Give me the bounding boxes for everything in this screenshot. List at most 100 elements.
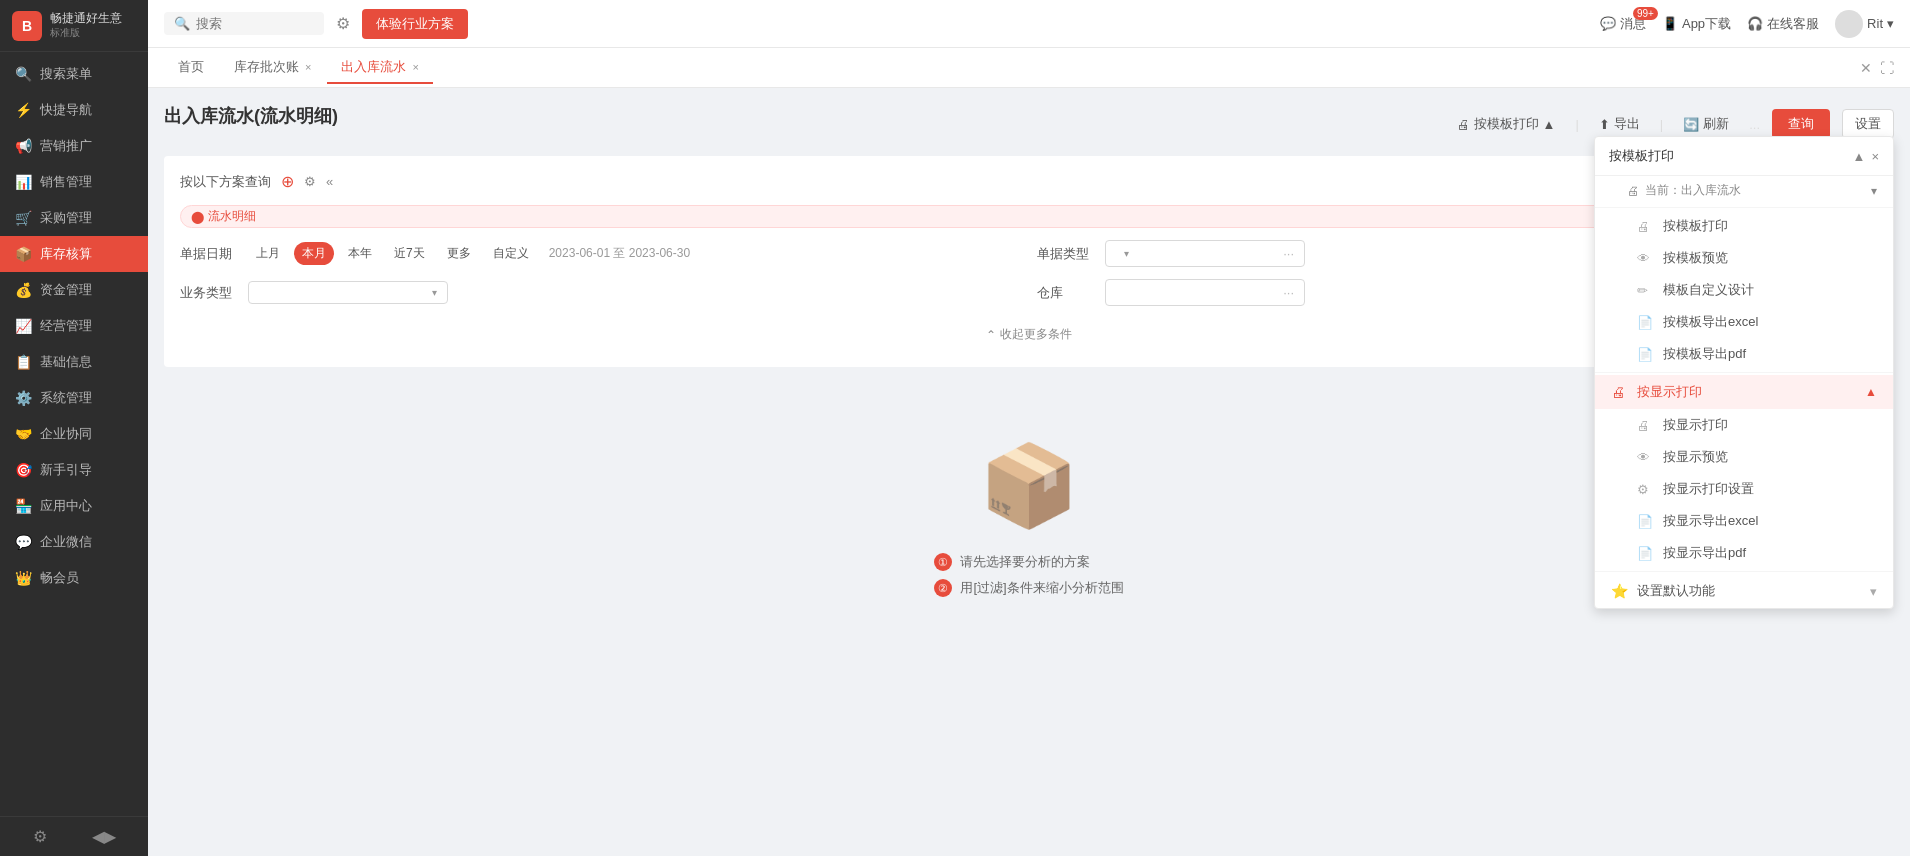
wechat-icon: 💬: [14, 534, 32, 550]
sidebar-item-operations[interactable]: 📈经营管理: [0, 308, 148, 344]
tab-batch-account[interactable]: 库存批次账 ×: [220, 52, 325, 84]
sidebar-item-quick-nav[interactable]: ⚡快捷导航: [0, 92, 148, 128]
dropdown-template-print[interactable]: 🖨 按模板打印: [1595, 210, 1893, 242]
page-top-actions: 🖨 按模板打印 ▲ | ⬆ 导出 | 🔄 刷新 ... 查询 设置: [1449, 109, 1895, 139]
tab-flow-detail-close[interactable]: ×: [412, 61, 418, 73]
filter-add-btn[interactable]: ⊕: [281, 172, 294, 191]
template-preview-icon: 👁: [1637, 251, 1653, 266]
dropdown-display-print[interactable]: 🖨 按显示打印: [1595, 409, 1893, 441]
print-icon: 🖨: [1457, 117, 1470, 132]
warehouse-select[interactable]: ···: [1105, 279, 1305, 306]
message-badge: 99+: [1633, 7, 1658, 20]
cooperation-icon: 🤝: [14, 426, 32, 442]
header-search-box[interactable]: 🔍: [164, 12, 324, 35]
display-excel-label: 按显示导出excel: [1663, 512, 1758, 530]
flow-tag-icon: ⬤: [191, 210, 204, 224]
date-opt-this-month[interactable]: 本月: [294, 242, 334, 265]
set-default-icon: ⭐: [1611, 583, 1627, 599]
sidebar-item-sales[interactable]: 📊销售管理: [0, 164, 148, 200]
date-opt-last-month[interactable]: 上月: [248, 242, 288, 265]
divider-top: [1595, 207, 1893, 208]
dropdown-template-preview[interactable]: 👁 按模板预览: [1595, 242, 1893, 274]
sidebar-collapse-btn[interactable]: ◀▶: [92, 827, 116, 846]
query-btn[interactable]: 查询: [1772, 109, 1830, 139]
empty-step-2: ② 用[过滤]条件来缩小分析范围: [934, 579, 1123, 597]
type-select-more[interactable]: ···: [1283, 246, 1294, 261]
online-service-btn[interactable]: 🎧 在线客服: [1747, 15, 1819, 33]
user-menu[interactable]: Rit ▾: [1835, 10, 1894, 38]
dropdown-set-default[interactable]: ⭐ 设置默认功能 ▾: [1595, 574, 1893, 608]
date-opt-this-year[interactable]: 本年: [340, 242, 380, 265]
header-settings-icon[interactable]: ⚙: [336, 14, 350, 33]
empty-hint-2: 用[过滤]条件来缩小分析范围: [960, 579, 1123, 597]
user-chevron-icon: ▾: [1887, 16, 1894, 31]
type-select[interactable]: ▾ ···: [1105, 240, 1305, 267]
dropdown-display-print-settings[interactable]: ⚙ 按显示打印设置: [1595, 473, 1893, 505]
sidebar-item-wechat[interactable]: 💬企业微信: [0, 524, 148, 560]
tab-flow-detail[interactable]: 出入库流水 ×: [327, 52, 432, 84]
display-pdf-label: 按显示导出pdf: [1663, 544, 1746, 562]
header-actions: 💬 消息 99+ 📱 App下载 🎧 在线客服 Rit ▾: [1600, 10, 1894, 38]
sidebar-nav: 🔍搜索菜单⚡快捷导航📢营销推广📊销售管理🛒采购管理📦库存核算💰资金管理📈经营管理…: [0, 52, 148, 816]
date-opt-more[interactable]: 更多: [439, 242, 479, 265]
tab-close-all-icon[interactable]: ✕: [1860, 60, 1872, 76]
sidebar-settings-btn[interactable]: ⚙: [33, 827, 47, 846]
export-btn[interactable]: ⬆ 导出: [1591, 111, 1648, 137]
trial-btn[interactable]: 体验行业方案: [362, 9, 468, 39]
dropdown-template-custom[interactable]: ✏ 模板自定义设计: [1595, 274, 1893, 306]
sidebar-item-cooperation[interactable]: 🤝 企业协同: [0, 416, 148, 452]
display-group-icon: 🖨: [1611, 384, 1627, 400]
sidebar-item-finance[interactable]: 💰资金管理: [0, 272, 148, 308]
sidebar-item-basic-info[interactable]: 📋基础信息: [0, 344, 148, 380]
refresh-btn[interactable]: 🔄 刷新: [1675, 111, 1737, 137]
date-label: 单据日期: [180, 245, 240, 263]
top-header: 🔍 ⚙ 体验行业方案 💬 消息 99+ 📱 App下载 🎧 在线客服 Rit: [148, 0, 1910, 48]
cooperation-label: 企业协同: [40, 425, 92, 443]
sidebar-item-marketing[interactable]: 📢营销推广: [0, 128, 148, 164]
display-group-collapse[interactable]: ▲: [1865, 385, 1877, 399]
sidebar-item-purchase[interactable]: 🛒采购管理: [0, 200, 148, 236]
export-icon: ⬆: [1599, 117, 1610, 132]
sidebar-item-search-menu[interactable]: 🔍搜索菜单: [0, 56, 148, 92]
dropdown-up-arrow[interactable]: ▲: [1853, 149, 1866, 164]
export-label: 导出: [1614, 115, 1640, 133]
tab-maximize-icon[interactable]: ⛶: [1880, 60, 1894, 76]
display-print-label: 按显示打印: [1663, 416, 1728, 434]
print-template-dropdown-btn[interactable]: 🖨 按模板打印 ▲: [1449, 111, 1564, 137]
tab-batch-account-close[interactable]: ×: [305, 61, 311, 73]
tabs-right-actions: ✕ ⛶: [1860, 60, 1894, 76]
sidebar-item-system[interactable]: ⚙️系统管理: [0, 380, 148, 416]
warehouse-select-more[interactable]: ···: [1283, 285, 1294, 300]
dropdown-display-preview[interactable]: 👁 按显示预览: [1595, 441, 1893, 473]
search-input[interactable]: [196, 16, 296, 31]
date-opt-custom[interactable]: 自定义: [485, 242, 537, 265]
app-download-label: App下载: [1682, 15, 1731, 33]
date-opt-7days[interactable]: 近7天: [386, 242, 433, 265]
flow-tag-label: 流水明细: [208, 208, 256, 225]
step-num-1: ①: [934, 553, 952, 571]
app-download-btn[interactable]: 📱 App下载: [1662, 15, 1731, 33]
dropdown-template-pdf[interactable]: 📄 按模板导出pdf: [1595, 338, 1893, 370]
business-select[interactable]: ▾: [248, 281, 448, 304]
sidebar-item-member[interactable]: 👑畅会员: [0, 560, 148, 596]
sidebar-item-inventory[interactable]: 📦库存核算: [0, 236, 148, 272]
settings-btn[interactable]: 设置: [1842, 109, 1894, 139]
dropdown-close-icon[interactable]: ×: [1871, 149, 1879, 164]
dropdown-display-pdf[interactable]: 📄 按显示导出pdf: [1595, 537, 1893, 569]
tab-home[interactable]: 首页: [164, 52, 218, 84]
filter-settings-icon[interactable]: ⚙: [304, 174, 316, 189]
dropdown-template-excel[interactable]: 📄 按模板导出excel: [1595, 306, 1893, 338]
display-print-settings-icon: ⚙: [1637, 482, 1653, 497]
message-btn[interactable]: 💬 消息 99+: [1600, 15, 1646, 33]
app-name: 畅捷通好生意: [50, 11, 122, 27]
divider-bottom: [1595, 571, 1893, 572]
business-label: 业务类型: [180, 284, 240, 302]
sidebar-item-guide[interactable]: 🎯新手引导: [0, 452, 148, 488]
collapse-label: 收起更多条件: [1000, 326, 1072, 343]
dropdown-display-print-group[interactable]: 🖨 按显示打印 ▲: [1595, 375, 1893, 409]
dropdown-header: 按模板打印 ▲ ×: [1595, 137, 1893, 176]
filter-collapse-icon[interactable]: «: [326, 174, 333, 189]
dropdown-display-excel[interactable]: 📄 按显示导出excel: [1595, 505, 1893, 537]
sidebar-item-app-center[interactable]: 🏪应用中心: [0, 488, 148, 524]
display-preview-icon: 👁: [1637, 450, 1653, 465]
